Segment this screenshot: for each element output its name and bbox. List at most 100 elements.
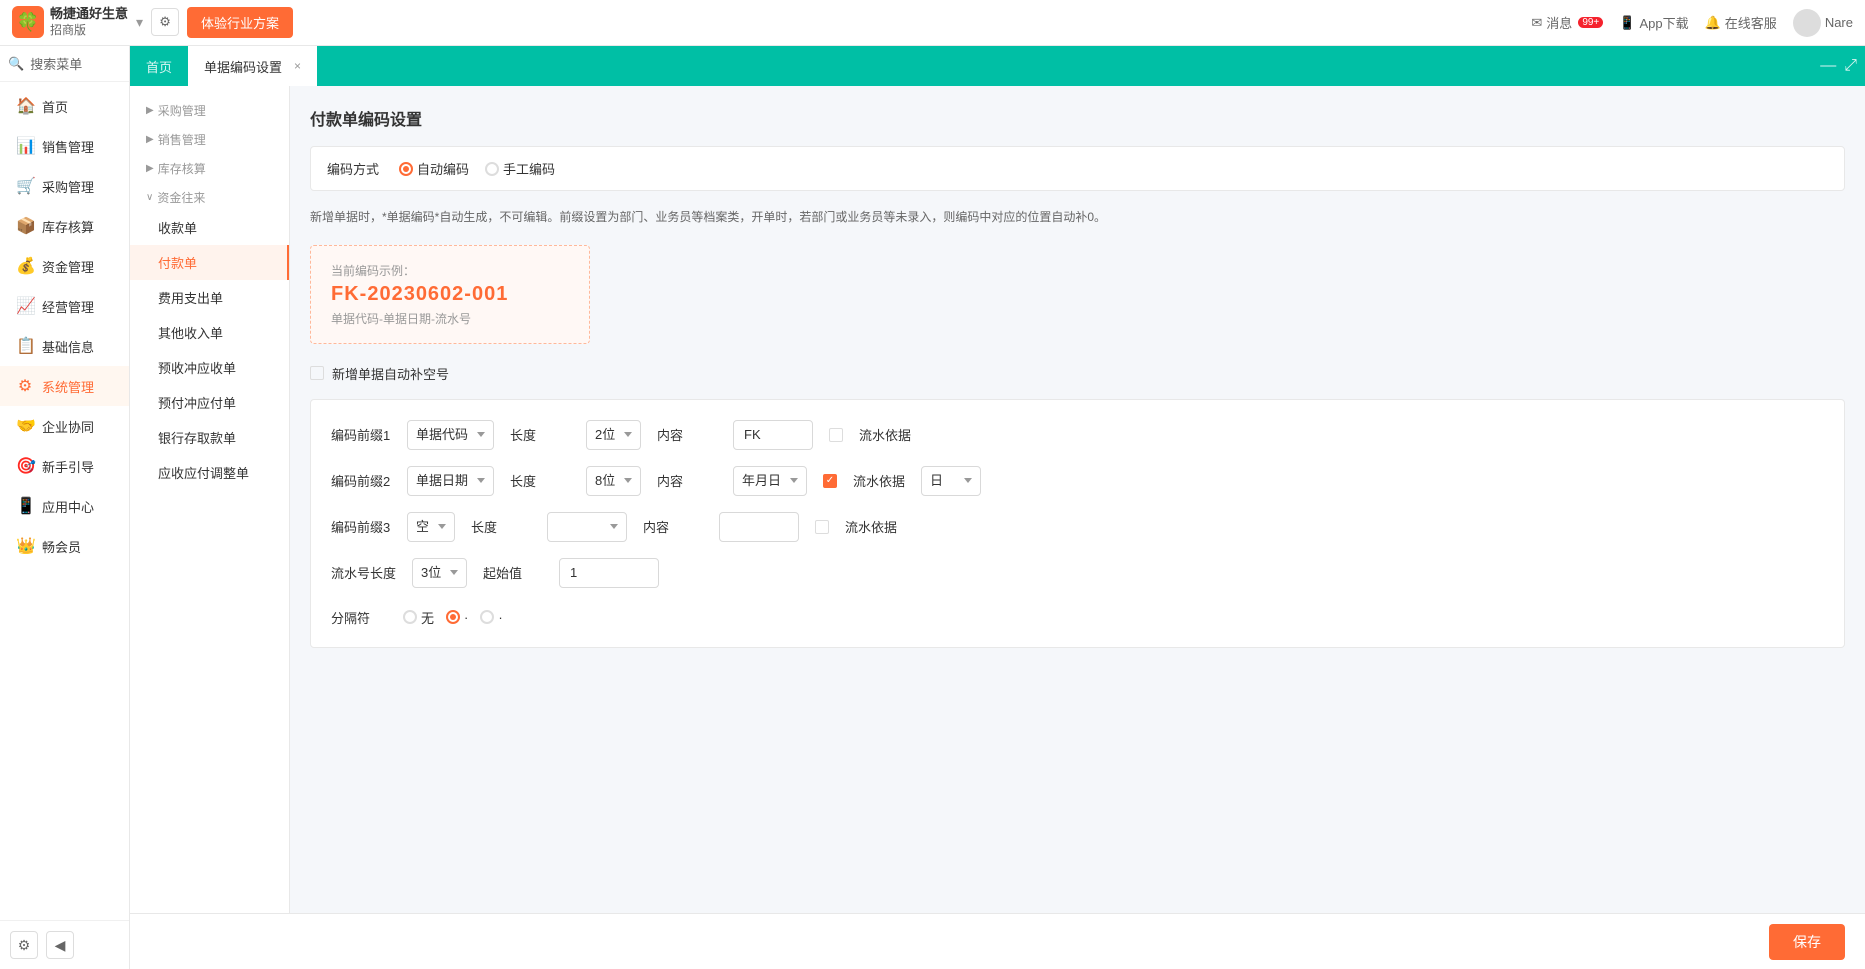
sidebar-item-system[interactable]: ⚙ 系统管理 <box>0 366 129 406</box>
content2-select[interactable]: 年月日 <box>733 466 807 496</box>
start-value-label: 起始值 <box>483 563 543 582</box>
prefix1-select[interactable]: 单据代码 <box>407 420 494 450</box>
manual-encode-radio[interactable]: 手工编码 <box>485 159 555 178</box>
sep-none-radio[interactable]: 无 <box>403 608 434 627</box>
content1-input[interactable] <box>733 420 813 450</box>
sidebar-item-apps[interactable]: 📱 应用中心 <box>0 486 129 526</box>
sep-dash-radio[interactable]: · <box>480 610 502 625</box>
user-info[interactable]: Nare <box>1793 9 1853 37</box>
sub-menu-item-bank[interactable]: 银行存取款单 <box>130 420 289 455</box>
encode-method-section: 编码方式 自动编码 手工编码 <box>310 146 1845 191</box>
auto-encode-radio-icon <box>399 162 413 176</box>
tab-encode-settings[interactable]: 单据编码设置 × <box>188 46 317 86</box>
sub-menu-item-advance-recv[interactable]: 预收冲应收单 <box>130 350 289 385</box>
sidebar-search[interactable]: 🔍 搜索菜单 <box>0 46 129 82</box>
prefix3-label: 编码前缀3 <box>331 517 391 536</box>
stream3-checkbox[interactable] <box>815 520 829 534</box>
separator-row: 分隔符 无 · · <box>331 608 1824 627</box>
sub-menu: ▶ 采购管理 ▶ 销售管理 ▶ 库存核算 ∨ 资金往来 收款单 <box>130 86 290 913</box>
length3-select-wrapper <box>547 512 627 542</box>
online-service-button[interactable]: 🔔 在线客服 <box>1705 13 1777 32</box>
sidebar-item-basic[interactable]: 📋 基础信息 <box>0 326 129 366</box>
content3-label: 内容 <box>643 517 703 536</box>
sub-menu-group-finance[interactable]: ∨ 资金往来 <box>130 181 289 210</box>
sidebar-collapse-btn[interactable]: ◀ <box>46 931 74 959</box>
auto-encode-radio[interactable]: 自动编码 <box>399 159 469 178</box>
prefix3-row: 编码前缀3 空 长度 内容 <box>331 512 1824 542</box>
tab-minimize-icon[interactable]: — <box>1820 57 1836 75</box>
user-avatar <box>1793 9 1821 37</box>
sidebar-item-finance[interactable]: 💰 资金管理 <box>0 246 129 286</box>
sep-dot-radio[interactable]: · <box>446 610 468 625</box>
sub-menu-item-receipt[interactable]: 收款单 <box>130 210 289 245</box>
stream2-unit-select[interactable]: 日 <box>921 466 981 496</box>
sub-menu-group-sales[interactable]: ▶ 销售管理 <box>130 123 289 152</box>
basic-icon: 📋 <box>16 336 34 356</box>
trial-button[interactable]: 体验行业方案 <box>187 7 293 38</box>
sub-menu-item-adjustment[interactable]: 应收应付调整单 <box>130 455 289 490</box>
topbar-left: 🍀 畅捷通好生意 招商版 ▾ ⚙ 体验行业方案 <box>12 6 293 38</box>
settings-button[interactable]: ⚙ <box>151 8 179 36</box>
content3-input[interactable] <box>719 512 799 542</box>
code-example-sub: 单据代码-单据日期-流水号 <box>331 310 569 327</box>
app-download-button[interactable]: 📱 App下载 <box>1619 13 1688 32</box>
expand-inventory-icon: ▶ <box>146 163 154 174</box>
sidebar-nav: 🏠 首页 📊 销售管理 🛒 采购管理 📦 库存核算 💰 资金管理 📈 经 <box>0 82 129 920</box>
length2-select[interactable]: 8位 <box>586 466 641 496</box>
brand: 🍀 畅捷通好生意 招商版 <box>12 6 128 38</box>
brand-text: 畅捷通好生意 招商版 <box>50 6 128 38</box>
prefix2-select[interactable]: 单据日期 <box>407 466 494 496</box>
brand-icon: 🍀 <box>12 6 44 38</box>
stream3-label: 流水依据 <box>845 517 897 536</box>
stream1-label: 流水依据 <box>859 425 911 444</box>
content2-label: 内容 <box>657 471 717 490</box>
prefix1-select-wrapper: 单据代码 <box>407 420 494 450</box>
message-button[interactable]: ✉ 消息 99+ <box>1531 13 1603 32</box>
guide-icon: 🎯 <box>16 456 34 476</box>
serial-row: 流水号长度 3位 起始值 <box>331 558 1824 588</box>
tab-close-icon[interactable]: × <box>294 59 301 73</box>
prefix3-select[interactable]: 空 <box>407 512 455 542</box>
sub-menu-group-purchase[interactable]: ▶ 采购管理 <box>130 94 289 123</box>
sidebar-item-member[interactable]: 👑 畅会员 <box>0 526 129 566</box>
sep-none-icon <box>403 610 417 624</box>
stream2-checkbox[interactable] <box>823 474 837 488</box>
tab-home[interactable]: 首页 <box>130 46 188 86</box>
dropdown-arrow-icon[interactable]: ▾ <box>136 14 143 31</box>
page-content: ▶ 采购管理 ▶ 销售管理 ▶ 库存核算 ∨ 资金往来 收款单 <box>130 86 1865 913</box>
sidebar-item-sales[interactable]: 📊 销售管理 <box>0 126 129 166</box>
sub-menu-item-other-income[interactable]: 其他收入单 <box>130 315 289 350</box>
bottom-bar: 保存 <box>130 913 1865 969</box>
sub-menu-group-inventory[interactable]: ▶ 库存核算 <box>130 152 289 181</box>
apps-icon: 📱 <box>16 496 34 516</box>
topbar-controls: ▾ ⚙ 体验行业方案 <box>136 7 293 38</box>
sub-menu-item-expense[interactable]: 费用支出单 <box>130 280 289 315</box>
sidebar-item-guide[interactable]: 🎯 新手引导 <box>0 446 129 486</box>
start-value-input[interactable] <box>559 558 659 588</box>
expand-sales-icon: ▶ <box>146 134 154 145</box>
stream1-checkbox[interactable] <box>829 428 843 442</box>
sidebar-item-purchase[interactable]: 🛒 采购管理 <box>0 166 129 206</box>
auto-fill-checkbox[interactable] <box>310 366 324 380</box>
separator-label: 分隔符 <box>331 608 391 627</box>
sidebar-item-enterprise[interactable]: 🤝 企业协同 <box>0 406 129 446</box>
manual-encode-radio-icon <box>485 162 499 176</box>
serial-length-select[interactable]: 3位 <box>412 558 467 588</box>
save-button[interactable]: 保存 <box>1769 924 1845 960</box>
code-example-value: FK-20230602-001 <box>331 283 569 306</box>
sub-menu-item-payment[interactable]: 付款单 <box>130 245 289 280</box>
sidebar-item-inventory[interactable]: 📦 库存核算 <box>0 206 129 246</box>
length3-select[interactable] <box>547 512 627 542</box>
length1-select[interactable]: 2位 <box>586 420 641 450</box>
sidebar-item-home[interactable]: 🏠 首页 <box>0 86 129 126</box>
code-example-box: 当前编码示例： FK-20230602-001 单据代码-单据日期-流水号 <box>310 245 590 344</box>
sidebar-item-business[interactable]: 📈 经营管理 <box>0 286 129 326</box>
sub-menu-item-advance-pay[interactable]: 预付冲应付单 <box>130 385 289 420</box>
tab-expand-icon[interactable]: ⤢ <box>1844 57 1857 75</box>
sidebar-settings-btn[interactable]: ⚙ <box>10 931 38 959</box>
content2-select-wrapper: 年月日 <box>733 466 807 496</box>
home-icon: 🏠 <box>16 96 34 116</box>
stream2-unit-wrapper: 日 <box>921 466 981 496</box>
info-text: 新增单据时，*单据编码*自动生成，不可编辑。前缀设置为部门、业务员等档案类，开单… <box>310 207 1845 229</box>
sep-dash-icon <box>480 610 494 624</box>
